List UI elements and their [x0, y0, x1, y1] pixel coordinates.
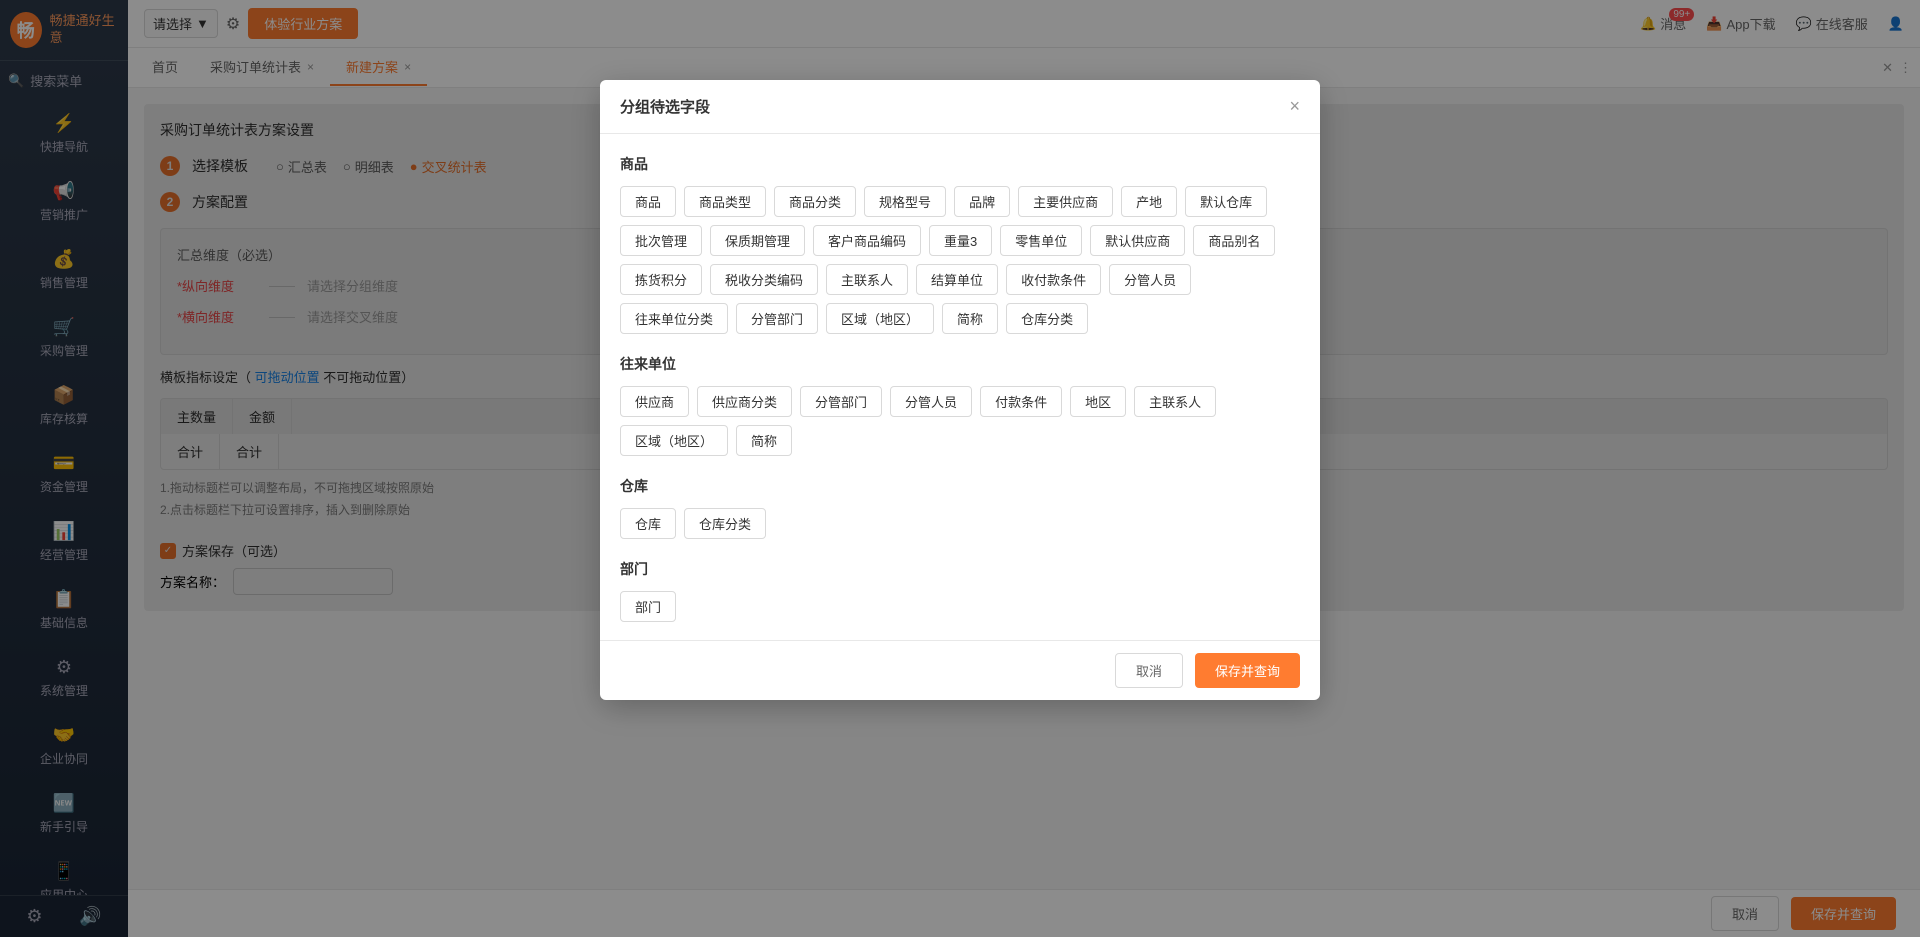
field-chip-batch-mgmt[interactable]: 批次管理	[620, 225, 702, 256]
field-chip-mgmt-person[interactable]: 分管人员	[890, 386, 972, 417]
field-chip-pickup-score[interactable]: 拣货积分	[620, 264, 702, 295]
field-chip-mgmt-dept[interactable]: 分管部门	[800, 386, 882, 417]
field-chip-default-supplier[interactable]: 默认供应商	[1090, 225, 1185, 256]
field-chip-wh-cat2[interactable]: 仓库分类	[684, 508, 766, 539]
field-chip-main-contact2[interactable]: 主联系人	[1134, 386, 1216, 417]
field-chip-goods[interactable]: 商品	[620, 186, 676, 217]
field-chip-wh[interactable]: 仓库	[620, 508, 676, 539]
field-chips-warehouse: 仓库仓库分类	[620, 508, 1300, 539]
field-section-title-department: 部门	[620, 559, 1300, 579]
field-chips-department: 部门	[620, 591, 1300, 622]
field-chip-goods-alias[interactable]: 商品别名	[1193, 225, 1275, 256]
field-chip-quality-mgmt[interactable]: 保质期管理	[710, 225, 805, 256]
field-section-title-counterpart: 往来单位	[620, 354, 1300, 374]
field-chip-payment-term[interactable]: 收付款条件	[1006, 264, 1101, 295]
modal-body: 商品商品商品类型商品分类规格型号品牌主要供应商产地默认仓库批次管理保质期管理客户…	[600, 134, 1320, 640]
field-chip-tax-code[interactable]: 税收分类编码	[710, 264, 818, 295]
field-chip-retail-unit[interactable]: 零售单位	[1000, 225, 1082, 256]
modal-header: 分组待选字段 ×	[600, 80, 1320, 134]
field-chip-dept-mgmt[interactable]: 分管部门	[736, 303, 818, 334]
field-chip-main-supplier[interactable]: 主要供应商	[1018, 186, 1113, 217]
field-section-product: 商品商品商品类型商品分类规格型号品牌主要供应商产地默认仓库批次管理保质期管理客户…	[620, 154, 1300, 334]
field-section-title-warehouse: 仓库	[620, 476, 1300, 496]
field-chip-abbr[interactable]: 简称	[942, 303, 998, 334]
field-select-modal: 分组待选字段 × 商品商品商品类型商品分类规格型号品牌主要供应商产地默认仓库批次…	[600, 80, 1320, 700]
modal-close-btn[interactable]: ×	[1289, 96, 1300, 117]
field-chip-dept[interactable]: 部门	[620, 591, 676, 622]
field-section-title-product: 商品	[620, 154, 1300, 174]
field-chip-supplier[interactable]: 供应商	[620, 386, 689, 417]
field-chip-settle-unit[interactable]: 结算单位	[916, 264, 998, 295]
field-chip-main-contact[interactable]: 主联系人	[826, 264, 908, 295]
field-chip-spec-type[interactable]: 规格型号	[864, 186, 946, 217]
field-section-counterpart: 往来单位供应商供应商分类分管部门分管人员付款条件地区主联系人区域（地区） 简称	[620, 354, 1300, 456]
field-chip-region[interactable]: 地区	[1070, 386, 1126, 417]
field-chip-weight3[interactable]: 重量3	[929, 225, 992, 256]
field-chip-default-wh[interactable]: 默认仓库	[1185, 186, 1267, 217]
modal-confirm-btn[interactable]: 保存并查询	[1195, 653, 1300, 688]
field-chip-supplier-cat[interactable]: 供应商分类	[697, 386, 792, 417]
field-chip-manager[interactable]: 分管人员	[1109, 264, 1191, 295]
field-section-department: 部门部门	[620, 559, 1300, 622]
modal-title: 分组待选字段	[620, 96, 710, 117]
field-chip-wh-cat[interactable]: 仓库分类	[1006, 303, 1088, 334]
field-chip-area2[interactable]: 区域（地区）	[620, 425, 728, 456]
field-chips-counterpart: 供应商供应商分类分管部门分管人员付款条件地区主联系人区域（地区） 简称	[620, 386, 1300, 456]
field-chip-payment-cond[interactable]: 付款条件	[980, 386, 1062, 417]
field-chip-from-unit-cat[interactable]: 往来单位分类	[620, 303, 728, 334]
field-chip-goods-cat[interactable]: 商品分类	[774, 186, 856, 217]
field-chip-customer-code[interactable]: 客户商品编码	[813, 225, 921, 256]
field-chip-brand[interactable]: 品牌	[954, 186, 1010, 217]
field-section-warehouse: 仓库仓库仓库分类	[620, 476, 1300, 539]
field-chip-goods-type[interactable]: 商品类型	[684, 186, 766, 217]
field-chip-abbr2[interactable]: 简称	[736, 425, 792, 456]
modal-footer: 取消 保存并查询	[600, 640, 1320, 700]
field-chip-origin[interactable]: 产地	[1121, 186, 1177, 217]
modal-cancel-btn[interactable]: 取消	[1115, 653, 1183, 688]
field-chips-product: 商品商品类型商品分类规格型号品牌主要供应商产地默认仓库批次管理保质期管理客户商品…	[620, 186, 1300, 334]
field-chip-area[interactable]: 区域（地区）	[826, 303, 934, 334]
